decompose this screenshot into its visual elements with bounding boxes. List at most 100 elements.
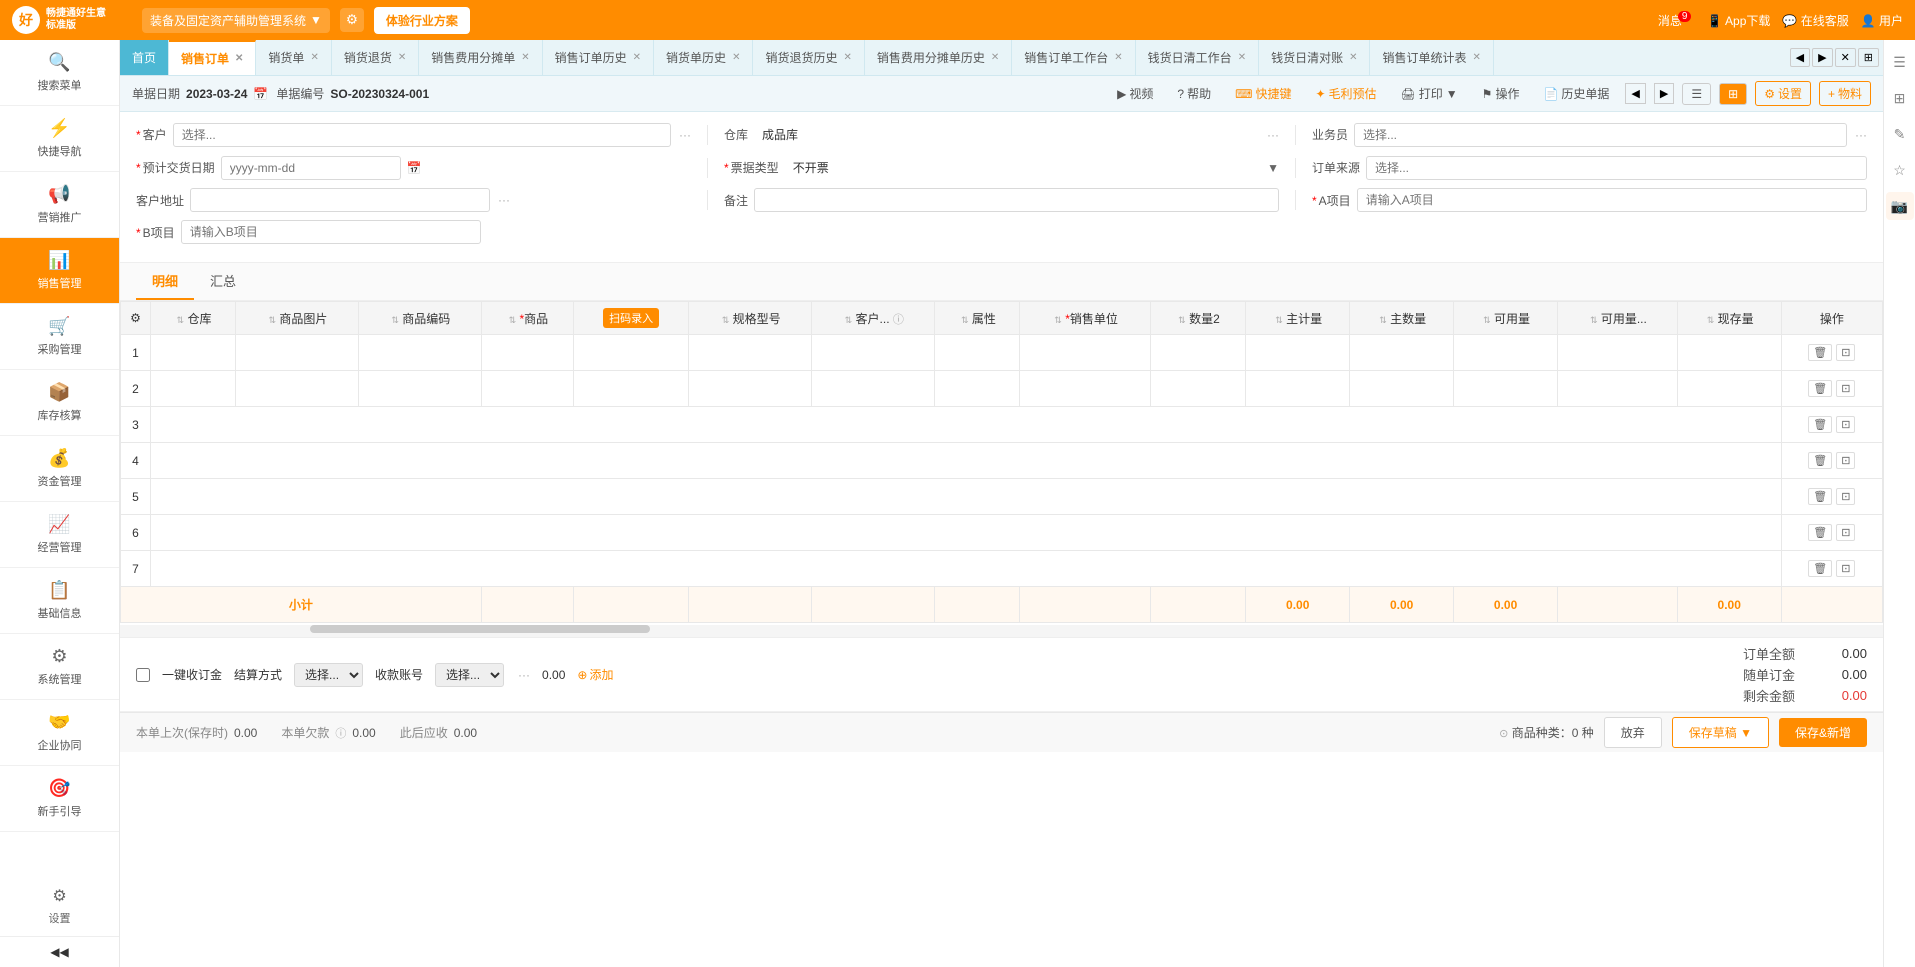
row-4-copy-btn[interactable]: ⊡ <box>1836 452 1855 469</box>
row-2-attr[interactable] <box>935 371 1020 407</box>
notification-area[interactable]: 消息9 <box>1658 12 1696 29</box>
warehouse-more-btn[interactable]: ··· <box>1267 128 1279 142</box>
row-2-customer-code[interactable] <box>812 371 935 407</box>
row-2-copy-btn[interactable]: ⊡ <box>1836 380 1855 397</box>
sidebar-item-finance[interactable]: 💰 资金管理 <box>0 436 119 502</box>
right-camera-btn[interactable]: 📷 <box>1886 192 1914 220</box>
row-2-warehouse[interactable] <box>151 371 236 407</box>
delivery-input[interactable] <box>221 156 401 180</box>
tab-summary[interactable]: 销售订单统计表 ✕ <box>1370 40 1493 76</box>
row-1-copy-btn[interactable]: ⊡ <box>1836 344 1855 361</box>
row-1-delete-btn[interactable]: 🗑 <box>1808 344 1832 361</box>
goods-count-icon[interactable]: ⊙ <box>1499 728 1508 740</box>
profit-btn[interactable]: ✦ 毛利预估 <box>1307 82 1384 105</box>
tab-close-summary[interactable]: ✕ <box>1473 52 1481 63</box>
industry-btn[interactable]: 体验行业方案 <box>374 7 470 34</box>
tab-summary-detail[interactable]: 汇总 <box>194 263 252 300</box>
row-1-spec[interactable] <box>689 335 812 371</box>
row-1-warehouse[interactable] <box>151 335 236 371</box>
tab-fee-history[interactable]: 销售费用分摊单历史 ✕ <box>865 40 1012 76</box>
tab-sales-goods[interactable]: 销货单 ✕ <box>256 40 331 76</box>
row-2-main-unit[interactable] <box>1246 371 1350 407</box>
scrollbar-thumb[interactable] <box>310 625 650 633</box>
row-1-customer-code[interactable] <box>812 335 935 371</box>
sidebar-settings-btn[interactable]: ⚙ 设置 <box>0 876 119 936</box>
sidebar-item-basic-info[interactable]: 📋 基础信息 <box>0 568 119 634</box>
row-1-stock[interactable] <box>1677 335 1781 371</box>
row-2-main-qty[interactable] <box>1350 371 1454 407</box>
sidebar-item-business[interactable]: 📈 经营管理 <box>0 502 119 568</box>
row-6-copy-btn[interactable]: ⊡ <box>1836 524 1855 541</box>
one-click-checkbox[interactable] <box>136 668 150 682</box>
tab-reconcile[interactable]: 钱货日清对账 ✕ <box>1259 40 1370 76</box>
scan-btn[interactable]: 扫码录入 <box>603 308 659 328</box>
debt-info-icon[interactable]: ⓘ <box>335 725 346 741</box>
tab-close-sales-fee[interactable]: ✕ <box>521 52 529 63</box>
view-btn[interactable]: ▶ 视频 <box>1109 82 1161 105</box>
method-select[interactable]: 选择... <box>294 663 363 687</box>
system-selector[interactable]: 装备及固定资产辅助管理系统 ▼ <box>142 8 330 33</box>
row-1-main-unit[interactable] <box>1246 335 1350 371</box>
tab-close-cashflow-workbench[interactable]: ✕ <box>1238 52 1246 63</box>
next-record-btn[interactable]: ▶ <box>1654 83 1674 104</box>
row-1-unit[interactable] <box>1020 335 1150 371</box>
tab-close-goods-history[interactable]: ✕ <box>732 52 740 63</box>
sidebar-item-system[interactable]: ⚙ 系统管理 <box>0 634 119 700</box>
order-source-input[interactable] <box>1366 156 1867 180</box>
row-3-copy-btn[interactable]: ⊡ <box>1836 416 1855 433</box>
staff-input[interactable] <box>1354 123 1847 147</box>
tab-close-sales-goods[interactable]: ✕ <box>310 52 318 63</box>
settings-btn[interactable]: ⚙ 设置 <box>1755 81 1811 106</box>
app-download-btn[interactable]: 📱 App下载 <box>1707 12 1770 29</box>
b-project-input[interactable] <box>181 220 481 244</box>
discard-btn[interactable]: 放弃 <box>1604 717 1662 748</box>
row-1-qty2[interactable] <box>1150 335 1246 371</box>
sidebar-item-enterprise[interactable]: 🤝 企业协同 <box>0 700 119 766</box>
a-project-input[interactable] <box>1357 188 1867 212</box>
row-2-delete-btn[interactable]: 🗑 <box>1808 380 1832 397</box>
row-1-code[interactable] <box>358 335 481 371</box>
staff-more-btn[interactable]: ··· <box>1855 128 1867 142</box>
add-payment-btn[interactable]: ⊕ 添加 <box>577 666 613 683</box>
row-2-unit[interactable] <box>1020 371 1150 407</box>
row-2-available[interactable] <box>1454 371 1558 407</box>
row-1-available2[interactable] <box>1558 335 1678 371</box>
tab-detail[interactable]: 明细 <box>136 263 194 300</box>
row-1-product[interactable] <box>481 335 573 371</box>
address-more-btn[interactable]: ··· <box>498 193 510 207</box>
tab-goods-history[interactable]: 销货单历史 ✕ <box>654 40 753 76</box>
note-input[interactable] <box>754 188 1279 212</box>
tab-cashflow-workbench[interactable]: 钱货日清工作台 ✕ <box>1136 40 1259 76</box>
print-btn[interactable]: 🖨 打印 ▼ <box>1393 82 1466 105</box>
tab-close-reconcile[interactable]: ✕ <box>1349 52 1357 63</box>
tab-order-history[interactable]: 销售订单历史 ✕ <box>543 40 654 76</box>
row-5-copy-btn[interactable]: ⊡ <box>1836 488 1855 505</box>
tab-sales-order[interactable]: 销售订单 ✕ <box>169 40 256 76</box>
sidebar-item-search[interactable]: 🔍 搜索菜单 <box>0 40 119 106</box>
calendar-icon[interactable]: 📅 <box>253 87 268 101</box>
shortcut-btn[interactable]: ⌨ 快捷键 <box>1227 82 1299 105</box>
row-5-delete-btn[interactable]: 🗑 <box>1808 488 1832 505</box>
address-input[interactable] <box>190 188 490 212</box>
sidebar-item-guide[interactable]: 🎯 新手引导 <box>0 766 119 832</box>
tab-sales-return[interactable]: 销货退货 ✕ <box>332 40 419 76</box>
tab-order-workbench[interactable]: 销售订单工作台 ✕ <box>1012 40 1135 76</box>
layout-grid-btn[interactable]: ⊞ <box>1719 83 1747 105</box>
row-4-delete-btn[interactable]: 🗑 <box>1808 452 1832 469</box>
row-2-spec[interactable] <box>689 371 812 407</box>
row-2-stock[interactable] <box>1677 371 1781 407</box>
sidebar-item-sales[interactable]: 📊 销售管理 <box>0 238 119 304</box>
layout-list-btn[interactable]: ☰ <box>1682 83 1711 105</box>
sidebar-item-purchase[interactable]: 🛒 采购管理 <box>0 304 119 370</box>
tab-prev-btn[interactable]: ◀ <box>1790 48 1810 67</box>
tab-next-btn[interactable]: ▶ <box>1812 48 1832 67</box>
tab-home[interactable]: 首页 <box>120 40 169 76</box>
save-draft-btn[interactable]: 保存草稿 ▼ <box>1672 717 1769 748</box>
row-1-attr[interactable] <box>935 335 1020 371</box>
tab-close-sales-order[interactable]: ✕ <box>235 53 243 64</box>
row-1-available[interactable] <box>1454 335 1558 371</box>
online-service-btn[interactable]: 💬 在线客服 <box>1782 12 1848 29</box>
right-menu-btn[interactable]: ☰ <box>1886 48 1914 76</box>
tab-menu-btn[interactable]: ✕ <box>1835 48 1856 67</box>
customer-input[interactable] <box>173 123 671 147</box>
